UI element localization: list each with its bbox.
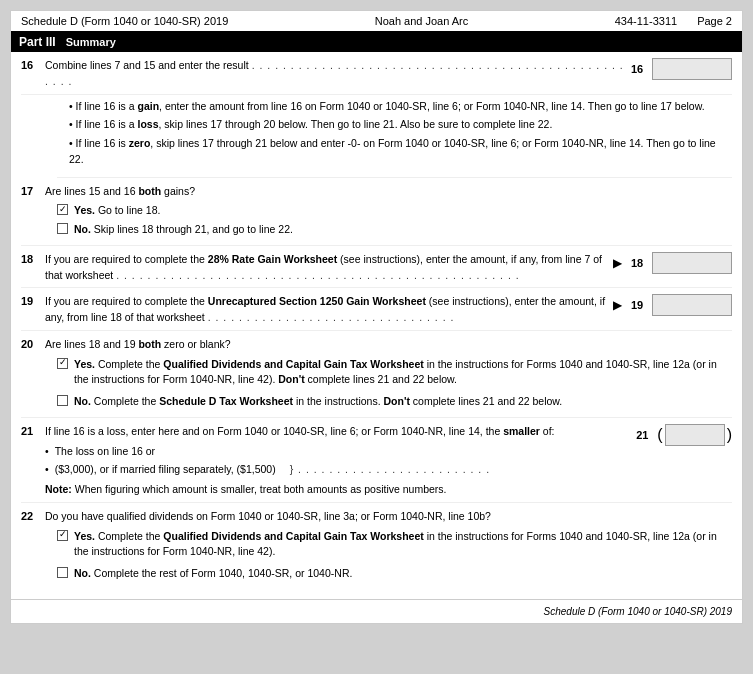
line-17-no-label: No. Skip lines 18 through 21, and go to …	[74, 222, 293, 238]
line-21-bullet-1-text: The loss on line 16 or	[55, 444, 155, 460]
page-container: Schedule D (Form 1040 or 1040-SR) 2019 N…	[10, 10, 743, 624]
line-22-yes-checkbox[interactable]	[57, 530, 68, 541]
page-header: Schedule D (Form 1040 or 1040-SR) 2019 N…	[11, 11, 742, 32]
line-17-yes-no: Yes. Go to line 18. No. Skip lines 18 th…	[57, 203, 732, 238]
line-21-number: 21	[21, 424, 45, 437]
line-18-input[interactable]	[652, 252, 732, 274]
line-20-yes-label: Yes. Complete the Qualified Dividends an…	[74, 357, 732, 389]
line-19-content: If you are required to complete the Unre…	[45, 294, 613, 326]
line-16-dots: . . . . . . . . . . . . . . . . . . . . …	[45, 59, 624, 87]
line-21-input[interactable]	[665, 424, 725, 446]
line-20-no-checkbox[interactable]	[57, 395, 68, 406]
header-left: Schedule D (Form 1040 or 1040-SR) 2019	[21, 15, 228, 27]
line-16-input-area: 16	[626, 58, 732, 80]
page-footer: Schedule D (Form 1040 or 1040-SR) 2019	[11, 599, 742, 623]
line-16-bullets: If line 16 is a gain, enter the amount f…	[57, 99, 732, 178]
line-21-bullets: • The loss on line 16 or • ($3,000), or …	[45, 444, 631, 479]
line-22-content: Do you have qualified dividends on Form …	[45, 509, 732, 585]
line-19-arrow: ▶	[613, 298, 622, 312]
line-18-input-area: ▶ 18	[613, 252, 732, 274]
line-16-input[interactable]	[652, 58, 732, 80]
line-20-yes-no: Yes. Complete the Qualified Dividends an…	[57, 357, 732, 410]
line-16-bullet-1: If line 16 is a gain, enter the amount f…	[69, 99, 732, 115]
line-18-box-label: 18	[626, 257, 648, 269]
footer-text: Schedule D (Form 1040 or 1040-SR) 2019	[544, 606, 732, 617]
line-21-bullet-2-text: ($3,000), or if married filing separatel…	[55, 462, 276, 478]
line-16: 16 Combine lines 7 and 15 and enter the …	[21, 52, 732, 95]
line-17-yes-checkbox[interactable]	[57, 204, 68, 215]
line-21-bullet-1-dot: •	[45, 444, 49, 460]
line-20: 20 Are lines 18 and 19 both zero or blan…	[21, 331, 732, 418]
line-22-no-label: No. Complete the rest of Form 1040, 1040…	[74, 566, 352, 582]
line-21-content: If line 16 is a loss, enter here and on …	[45, 424, 631, 498]
line-16-number: 16	[21, 58, 45, 71]
line-17-number: 17	[21, 184, 45, 197]
line-21-paren-right: )	[727, 426, 732, 444]
line-22-yes-no: Yes. Complete the Qualified Dividends an…	[57, 529, 732, 582]
header-center: Noah and Joan Arc	[375, 15, 469, 27]
line-18: 18 If you are required to complete the 2…	[21, 246, 732, 289]
line-16-content: Combine lines 7 and 15 and enter the res…	[45, 58, 626, 90]
line-16-bullet-3: If line 16 is zero, skip lines 17 throug…	[69, 136, 732, 168]
line-19-box-label: 19	[626, 299, 648, 311]
line-21-bullet-2-dot: •	[45, 462, 49, 478]
content-area: 16 Combine lines 7 and 15 and enter the …	[11, 52, 742, 599]
header-page: Page 2	[697, 15, 732, 27]
line-22: 22 Do you have qualified dividends on Fo…	[21, 503, 732, 589]
part3-title: Summary	[66, 36, 116, 48]
line-22-no: No. Complete the rest of Form 1040, 1040…	[57, 566, 732, 582]
line-20-yes-checkbox[interactable]	[57, 358, 68, 369]
line-17-content: Are lines 15 and 16 both gains? Yes. Go …	[45, 184, 732, 241]
part3-header: Part III Summary	[11, 32, 742, 52]
line-17: 17 Are lines 15 and 16 both gains? Yes. …	[21, 178, 732, 246]
line-17-no-checkbox[interactable]	[57, 223, 68, 234]
line-17-yes: Yes. Go to line 18.	[57, 203, 732, 219]
line-21-bullet-2-row: • ($3,000), or if married filing separat…	[45, 462, 631, 478]
line-17-yes-label: Yes. Go to line 18.	[74, 203, 160, 219]
line-21-paren-left: (	[657, 426, 662, 444]
line-21-dots: } . . . . . . . . . . . . . . . . . . . …	[290, 462, 490, 478]
line-19-number: 19	[21, 294, 45, 307]
line-21-input-area: 21 ( )	[631, 424, 732, 446]
line-19-dots: . . . . . . . . . . . . . . . . . . . . …	[208, 311, 455, 323]
line-22-yes-label: Yes. Complete the Qualified Dividends an…	[74, 529, 732, 561]
line-21-note: Note: When figuring which amount is smal…	[45, 482, 631, 498]
line-20-number: 20	[21, 337, 45, 350]
line-21-bullet-1-row: • The loss on line 16 or	[45, 444, 631, 460]
line-20-no-label: No. Complete the Schedule D Tax Workshee…	[74, 394, 562, 410]
line-17-no: No. Skip lines 18 through 21, and go to …	[57, 222, 732, 238]
line-18-content: If you are required to complete the 28% …	[45, 252, 613, 284]
line-16-bullet-list: If line 16 is a gain, enter the amount f…	[69, 99, 732, 168]
line-22-no-checkbox[interactable]	[57, 567, 68, 578]
line-20-yes: Yes. Complete the Qualified Dividends an…	[57, 357, 732, 389]
header-ein: 434-11-3311	[615, 15, 677, 27]
line-18-arrow: ▶	[613, 256, 622, 270]
line-16-box-label: 16	[626, 63, 648, 75]
line-16-bullet-2: If line 16 is a loss, skip lines 17 thro…	[69, 117, 732, 133]
line-22-yes: Yes. Complete the Qualified Dividends an…	[57, 529, 732, 561]
line-18-dots: . . . . . . . . . . . . . . . . . . . . …	[116, 269, 519, 281]
line-22-number: 22	[21, 509, 45, 522]
line-21-box-label: 21	[631, 429, 653, 441]
line-18-number: 18	[21, 252, 45, 265]
line-19: 19 If you are required to complete the U…	[21, 288, 732, 331]
line-19-input[interactable]	[652, 294, 732, 316]
line-21-input-paren: ( )	[657, 424, 732, 446]
line-20-content: Are lines 18 and 19 both zero or blank? …	[45, 337, 732, 413]
line-20-no: No. Complete the Schedule D Tax Workshee…	[57, 394, 732, 410]
line-19-input-area: ▶ 19	[613, 294, 732, 316]
part3-label: Part III	[19, 35, 56, 49]
line-21: 21 If line 16 is a loss, enter here and …	[21, 418, 732, 503]
